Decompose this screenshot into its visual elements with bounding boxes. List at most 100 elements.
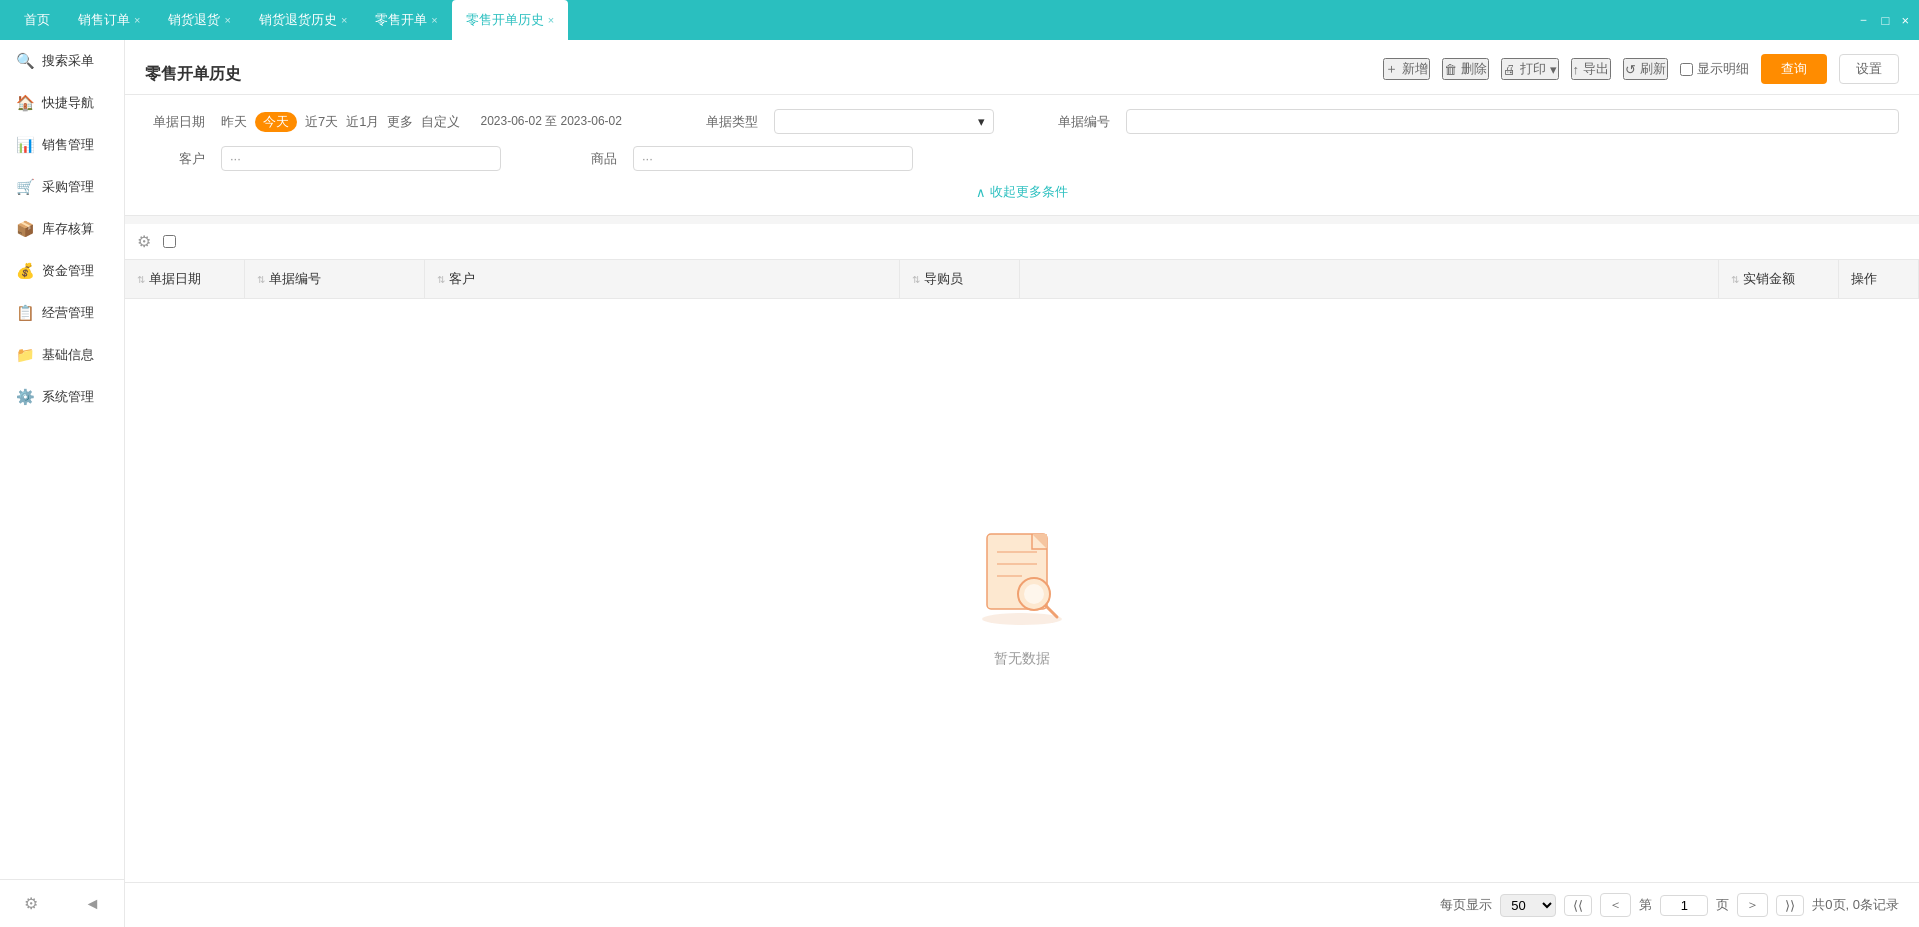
date-7days[interactable]: 近7天 [305, 113, 338, 131]
date-range-display: 2023-06-02 至 2023-06-02 [480, 113, 621, 130]
show-detail-checkbox-label[interactable]: 显示明细 [1680, 60, 1749, 78]
sidebar-item-quick-nav[interactable]: 🏠 快捷导航 [0, 82, 124, 124]
sidebar-label-search: 搜索采单 [42, 52, 94, 70]
product-input[interactable]: ··· [633, 146, 913, 171]
sidebar-item-basic-info[interactable]: 📁 基础信息 [0, 334, 124, 376]
page-number-input[interactable] [1660, 895, 1708, 916]
doc-type-select[interactable]: ▾ [774, 109, 994, 134]
th-customer[interactable]: ⇅ 客户 [425, 260, 900, 298]
last-page-btn[interactable]: ⟩⟩ [1776, 895, 1804, 916]
th-no[interactable]: ⇅ 单据编号 [245, 260, 425, 298]
inventory-icon: 📦 [16, 220, 34, 238]
th-ops: 操作 [1839, 260, 1919, 298]
th-guide[interactable]: ⇅ 导购员 [900, 260, 1020, 298]
customer-label: 客户 [145, 150, 205, 168]
sidebar-bottom: ⚙ ◄ [0, 879, 124, 927]
export-icon: ↑ [1573, 62, 1580, 77]
sidebar: 🔍 搜索采单 🏠 快捷导航 📊 销售管理 🛒 采购管理 📦 库存核算 💰 资金管… [0, 40, 125, 927]
top-nav: 首页 销售订单 × 销货退货 × 销货退货历史 × 零售开单 × 零售开单历史 … [0, 0, 1919, 40]
settings-bottom-btn[interactable]: ⚙ [18, 888, 44, 919]
delete-button[interactable]: 🗑 删除 [1442, 58, 1489, 80]
sidebar-label-purchase: 采购管理 [42, 178, 94, 196]
product-label: 商品 [557, 150, 617, 168]
basic-info-icon: 📁 [16, 346, 34, 364]
close-retail-open-history[interactable]: × [548, 14, 554, 26]
maximize-btn[interactable]: □ [1882, 13, 1890, 28]
sidebar-item-operations[interactable]: 📋 经营管理 [0, 292, 124, 334]
next-page-btn[interactable]: ＞ [1737, 893, 1768, 917]
doc-no-input[interactable] [1126, 109, 1899, 134]
close-btn[interactable]: × [1901, 13, 1909, 28]
main-layout: 🔍 搜索采单 🏠 快捷导航 📊 销售管理 🛒 采购管理 📦 库存核算 💰 资金管… [0, 40, 1919, 927]
date-1month[interactable]: 近1月 [346, 113, 379, 131]
sidebar-item-search[interactable]: 🔍 搜索采单 [0, 40, 124, 82]
th-amount[interactable]: ⇅ 实销金额 [1719, 260, 1839, 298]
product-dots: ··· [642, 151, 653, 166]
tab-retail-open-history[interactable]: 零售开单历史 × [452, 0, 568, 40]
sidebar-item-system[interactable]: ⚙️ 系统管理 [0, 376, 124, 418]
settings-button[interactable]: 设置 [1839, 54, 1899, 84]
sidebar-label-basic-info: 基础信息 [42, 346, 94, 364]
close-sales-return[interactable]: × [224, 14, 230, 26]
print-icon: 🖨 [1503, 62, 1516, 77]
collapse-up-icon: ∧ [976, 185, 986, 200]
search-icon: 🔍 [16, 52, 34, 70]
table-header: ⇅ 单据日期 ⇅ 单据编号 ⇅ 客户 ⇅ 导购员 ⇅ 实销 [125, 260, 1919, 299]
sort-icon-no: ⇅ [257, 274, 265, 285]
sidebar-label-inventory: 库存核算 [42, 220, 94, 238]
customer-input[interactable]: ··· [221, 146, 501, 171]
select-all-checkbox[interactable] [163, 235, 176, 248]
empty-text: 暂无数据 [994, 650, 1050, 668]
system-icon: ⚙️ [16, 388, 34, 406]
page-actions: ＋ 新增 🗑 删除 🖨 打印 ▾ ↑ 导出 ↺ 刷新 [1383, 54, 1900, 94]
page-suffix: 页 [1716, 896, 1729, 914]
refresh-button[interactable]: ↺ 刷新 [1623, 58, 1668, 80]
close-sales-order[interactable]: × [134, 14, 140, 26]
finance-icon: 💰 [16, 262, 34, 280]
date-custom[interactable]: 自定义 [421, 113, 460, 131]
sidebar-label-finance: 资金管理 [42, 262, 94, 280]
sidebar-item-finance[interactable]: 💰 资金管理 [0, 250, 124, 292]
date-more[interactable]: 更多 [387, 113, 413, 131]
tab-home[interactable]: 首页 [10, 0, 64, 40]
collapse-bar[interactable]: ∧ 收起更多条件 [145, 183, 1899, 201]
first-page-btn[interactable]: ⟨⟨ [1564, 895, 1592, 916]
th-date[interactable]: ⇅ 单据日期 [125, 260, 245, 298]
minimize-btn[interactable]: － [1857, 11, 1870, 29]
purchase-icon: 🛒 [16, 178, 34, 196]
query-button[interactable]: 查询 [1761, 54, 1827, 84]
print-dropdown-icon: ▾ [1550, 62, 1557, 77]
date-today[interactable]: 今天 [255, 112, 297, 132]
close-retail-open[interactable]: × [431, 14, 437, 26]
empty-illustration [962, 514, 1082, 634]
refresh-icon: ↺ [1625, 62, 1636, 77]
table-config-icon[interactable]: ⚙ [137, 232, 151, 251]
sidebar-item-inventory[interactable]: 📦 库存核算 [0, 208, 124, 250]
prev-page-btn[interactable]: ＜ [1600, 893, 1631, 917]
filter-row-date: 单据日期 昨天 今天 近7天 近1月 更多 自定义 2023-06-02 至 2… [145, 109, 1899, 134]
table-area: ⚙ ⇅ 单据日期 ⇅ 单据编号 ⇅ 客户 ⇅ 导购员 [125, 224, 1919, 882]
tab-sales-order[interactable]: 销售订单 × [64, 0, 154, 40]
date-yesterday[interactable]: 昨天 [221, 113, 247, 131]
collapse-label: 收起更多条件 [990, 183, 1068, 201]
tab-retail-open[interactable]: 零售开单 × [361, 0, 451, 40]
sidebar-label-sales: 销售管理 [42, 136, 94, 154]
add-icon: ＋ [1385, 60, 1398, 78]
svg-point-8 [1024, 584, 1044, 604]
tab-sales-return-history[interactable]: 销货退货历史 × [245, 0, 361, 40]
close-sales-return-history[interactable]: × [341, 14, 347, 26]
total-info: 共0页, 0条记录 [1812, 896, 1899, 914]
show-detail-checkbox[interactable] [1680, 63, 1693, 76]
tab-sales-return[interactable]: 销货退货 × [154, 0, 244, 40]
chevron-down-icon: ▾ [978, 114, 985, 129]
sidebar-item-purchase[interactable]: 🛒 采购管理 [0, 166, 124, 208]
sidebar-item-sales[interactable]: 📊 销售管理 [0, 124, 124, 166]
sort-icon-date: ⇅ [137, 274, 145, 285]
page-size-select[interactable]: 50 10 20 100 [1500, 894, 1556, 917]
collapse-sidebar-btn[interactable]: ◄ [79, 889, 107, 919]
svg-point-0 [982, 613, 1062, 625]
export-button[interactable]: ↑ 导出 [1571, 58, 1612, 80]
sidebar-label-operations: 经营管理 [42, 304, 94, 322]
add-button[interactable]: ＋ 新增 [1383, 58, 1430, 80]
print-button[interactable]: 🖨 打印 ▾ [1501, 58, 1559, 80]
